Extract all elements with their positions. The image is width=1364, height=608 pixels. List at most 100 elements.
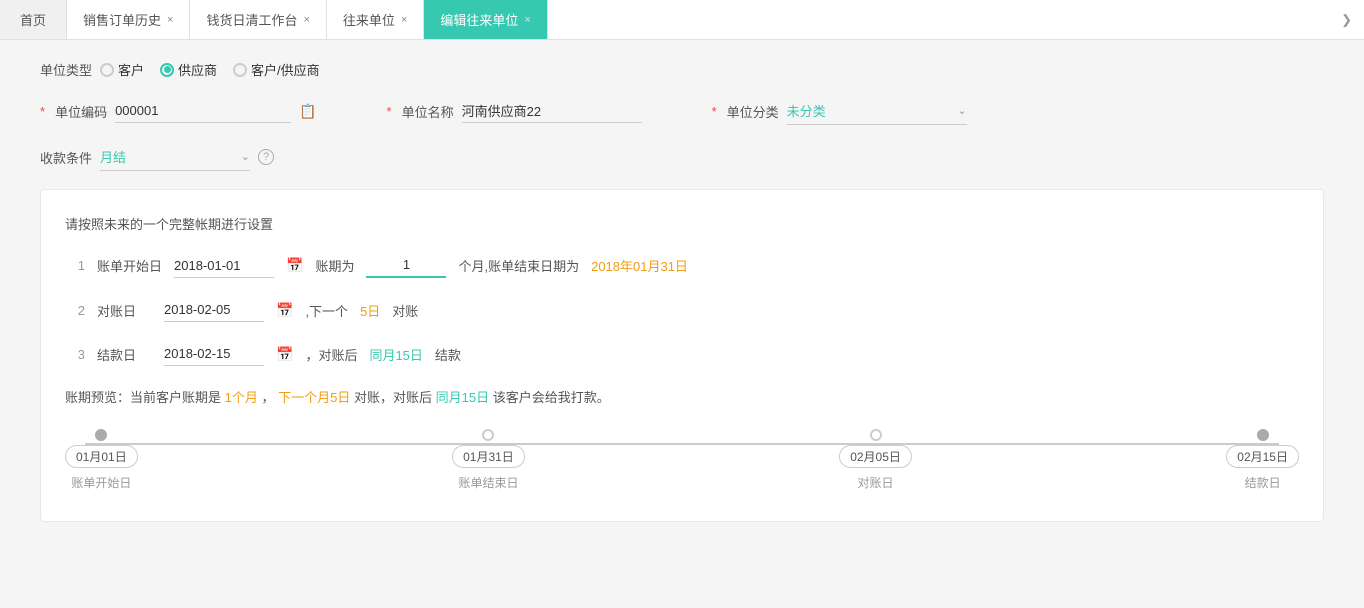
preview-suffix: 该客户会给我打款。 [493,390,610,405]
unit-name-star: * [387,104,392,119]
tab-arrow[interactable]: ❯ [1329,0,1364,39]
timeline-node-recon: 02月05日 对账日 [839,429,912,491]
tab-edit-partner[interactable]: 编辑往来单位 × [424,0,547,39]
unit-category-field: * 单位分类 未分类 ⌄ [712,97,967,125]
radio-both[interactable]: 客户/供应商 [233,60,320,79]
unit-category-value: 未分类 [787,101,954,120]
recon-date-calendar-icon[interactable]: 📅 [276,302,293,319]
timeline-label-payment: 结款日 [1245,474,1281,491]
tab-bar: 首页 销售订单历史 × 钱货日清工作台 × 往来单位 × 编辑往来单位 × ❯ [0,0,1364,40]
tab-sales-history[interactable]: 销售订单历史 × [67,0,190,39]
recon-day-highlight: 5日 [360,301,380,320]
timeline-nodes: 01月01日 账单开始日 01月31日 账单结束日 02月05日 对账日 02月… [65,429,1299,491]
unit-name-field: * 单位名称 [387,99,642,123]
unit-code-label: 单位编码 [55,102,107,121]
start-date-calendar-icon[interactable]: 📅 [286,257,303,274]
radio-both-circle [233,63,247,77]
timeline-label-start: 账单开始日 [71,474,131,491]
preview-text: 账期预览：当前客户账期是 1个月 ， 下一个月5日 对账，对账后 同月15日 该… [65,386,1299,409]
tab-cashflow-close[interactable]: × [303,14,309,26]
bill-end-date-highlight: 2018年01月31日 [591,256,688,275]
timeline-label-bill-end: 账单结束日 [458,474,518,491]
help-icon[interactable]: ? [258,149,274,165]
payment-condition-dropdown[interactable]: 月结 ⌄ [100,143,250,171]
radio-customer-label: 客户 [118,60,144,79]
unit-type-row: 单位类型 客户 供应商 客户/供应商 [40,60,1324,79]
tab-edit-partner-label: 编辑往来单位 [440,10,518,29]
page-content: 单位类型 客户 供应商 客户/供应商 * 单位编码 [0,40,1364,608]
copy-icon[interactable]: 📋 [299,103,316,120]
timeline-wrap: 01月01日 账单开始日 01月31日 账单结束日 02月05日 对账日 02月… [65,429,1299,491]
row-2-num: 2 [65,303,85,318]
preview-recon: 下一个月5日 [278,390,350,405]
radio-customer-circle [100,63,114,77]
preview-middle: 对账，对账后 [354,390,436,405]
preview-months: 1个月 [225,390,258,405]
preview-comma1: ， [262,390,275,405]
row-1-num: 1 [65,258,85,273]
timeline-dot-recon [870,429,882,441]
setting-row-3: 3 结款日 📅 ，对账后 同月15日 结款 [65,342,1299,366]
months-input[interactable] [366,253,446,278]
timeline-dot-bill-end [482,429,494,441]
panel-hint: 请按照未来的一个完整帐期进行设置 [65,214,1299,233]
radio-group-unit-type: 客户 供应商 客户/供应商 [100,60,320,79]
unit-name-input[interactable] [462,99,642,123]
row-1-suffix: 个月,账单结束日期为 [458,256,579,275]
radio-supplier[interactable]: 供应商 [160,60,217,79]
timeline-node-bill-end: 01月31日 账单结束日 [452,429,525,491]
radio-customer[interactable]: 客户 [100,60,144,79]
row-2-prefix: ,下一个 [305,301,348,320]
unit-category-dropdown[interactable]: 未分类 ⌄ [787,97,967,125]
payment-day-highlight: 同月15日 [369,345,422,364]
setting-row-2: 2 对账日 📅 ,下一个 5日 对账 [65,298,1299,322]
row-1-label: 账单开始日 [97,256,162,275]
payment-condition-arrow-icon: ⌄ [241,150,250,163]
timeline-dot-start [95,429,107,441]
payment-condition-value: 月结 [100,147,237,166]
row-1-period-label: 账期为 [315,256,354,275]
tab-sales-history-close[interactable]: × [167,14,173,26]
unit-code-field: * 单位编码 📋 [40,99,317,123]
unit-type-label: 单位类型 [40,60,92,79]
timeline-node-payment: 02月15日 结款日 [1226,429,1299,491]
setting-row-1: 1 账单开始日 📅 账期为 个月,账单结束日期为 2018年01月31日 [65,253,1299,278]
tab-partners-close[interactable]: × [401,14,407,26]
preview-prefix: 账期预览：当前客户账期是 [65,390,221,405]
radio-supplier-circle [160,63,174,77]
payment-condition-label: 收款条件 [40,148,92,167]
unit-info-row: * 单位编码 📋 * 单位名称 * 单位分类 未分类 ⌄ [40,97,1324,125]
unit-category-arrow-icon: ⌄ [957,104,966,117]
timeline-badge-start: 01月01日 [65,445,138,468]
tab-partners-label: 往来单位 [343,10,395,29]
timeline-badge-recon: 02月05日 [839,445,912,468]
radio-supplier-label: 供应商 [178,60,217,79]
timeline-badge-payment: 02月15日 [1226,445,1299,468]
tab-cashflow[interactable]: 钱货日清工作台 × [190,0,326,39]
unit-name-label: 单位名称 [402,102,454,121]
timeline-label-recon: 对账日 [858,474,894,491]
preview-payment: 同月15日 [436,390,489,405]
unit-category-label: 单位分类 [727,102,779,121]
tab-edit-partner-close[interactable]: × [524,14,530,26]
timeline-badge-bill-end: 01月31日 [452,445,525,468]
start-date-input[interactable] [174,254,274,278]
timeline-node-start: 01月01日 账单开始日 [65,429,138,491]
row-2-label: 对账日 [97,301,152,320]
tab-home-label: 首页 [20,10,46,29]
settings-panel: 请按照未来的一个完整帐期进行设置 1 账单开始日 📅 账期为 个月,账单结束日期… [40,189,1324,522]
payment-date-input[interactable] [164,342,264,366]
row-3-prefix: ，对账后 [305,345,357,364]
unit-category-star: * [712,104,717,119]
payment-condition-row: 收款条件 月结 ⌄ ? [40,143,1324,171]
row-3-num: 3 [65,347,85,362]
timeline-dot-payment [1257,429,1269,441]
unit-code-input[interactable] [115,99,291,123]
payment-date-calendar-icon[interactable]: 📅 [276,346,293,363]
tab-home[interactable]: 首页 [0,0,67,39]
tab-partners[interactable]: 往来单位 × [327,0,424,39]
recon-date-input[interactable] [164,298,264,322]
row-2-suffix: 对账 [392,301,418,320]
row-3-suffix: 结款 [435,345,461,364]
tab-sales-history-label: 销售订单历史 [83,10,161,29]
